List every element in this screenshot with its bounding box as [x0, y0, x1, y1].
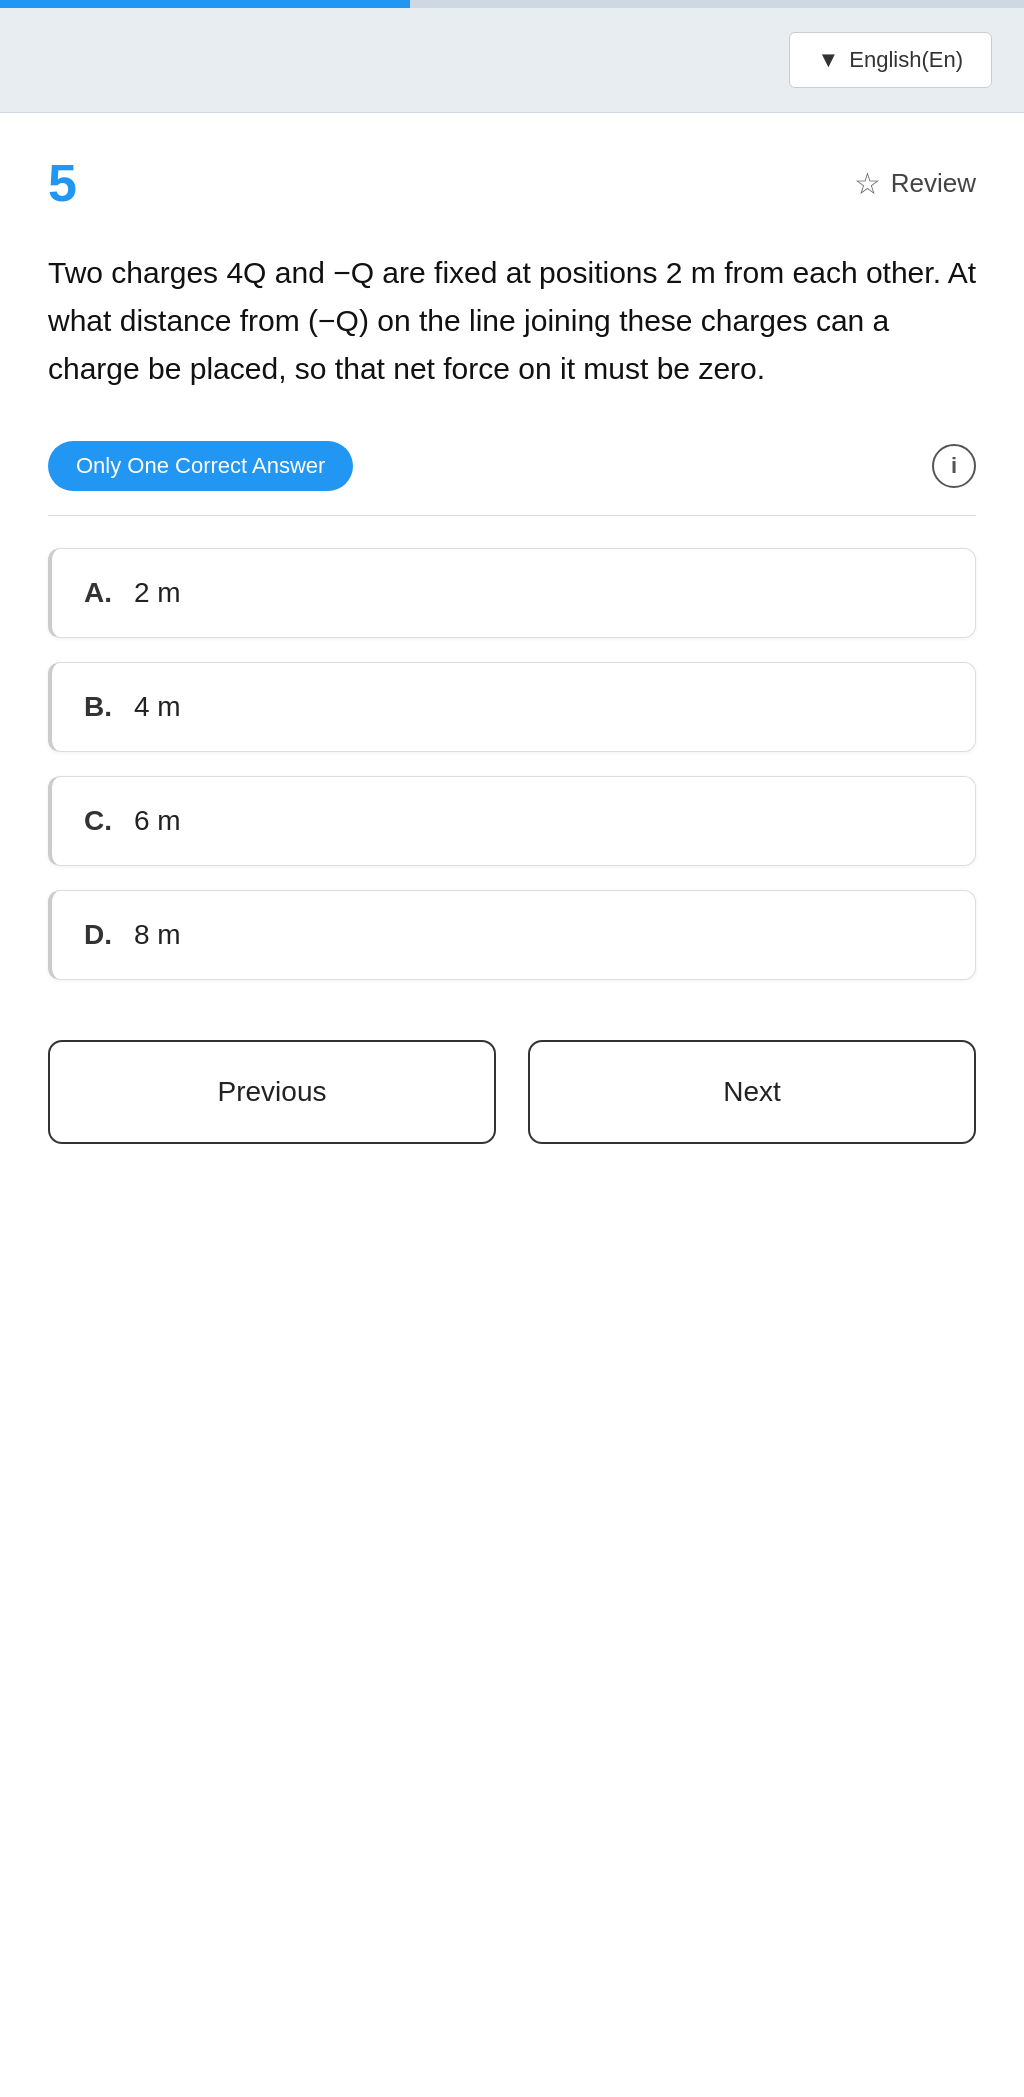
star-icon: ☆	[854, 166, 881, 201]
language-label: English(En)	[849, 47, 963, 73]
question-number: 5	[48, 153, 77, 213]
option-d-value: 8 m	[134, 919, 181, 951]
option-a-value: 2 m	[134, 577, 181, 609]
answer-type-badge: Only One Correct Answer	[48, 441, 353, 491]
option-c[interactable]: C. 6 m	[48, 776, 976, 866]
option-c-value: 6 m	[134, 805, 181, 837]
language-selector[interactable]: ▼ English(En)	[789, 32, 993, 88]
options-list: A. 2 m B. 4 m C. 6 m D. 8 m	[48, 548, 976, 980]
option-a-label: A.	[84, 577, 134, 609]
review-button[interactable]: ☆ Review	[854, 166, 976, 201]
option-b[interactable]: B. 4 m	[48, 662, 976, 752]
divider	[48, 515, 976, 516]
option-d-label: D.	[84, 919, 134, 951]
option-c-label: C.	[84, 805, 134, 837]
question-header: 5 ☆ Review	[48, 153, 976, 213]
nav-buttons: Previous Next	[48, 1040, 976, 1144]
option-b-label: B.	[84, 691, 134, 723]
main-content: 5 ☆ Review Two charges 4Q and −Q are fix…	[0, 113, 1024, 2097]
answer-type-row: Only One Correct Answer i	[48, 441, 976, 491]
chevron-down-icon: ▼	[818, 47, 840, 73]
header: ▼ English(En)	[0, 8, 1024, 113]
review-label: Review	[891, 168, 976, 199]
option-a[interactable]: A. 2 m	[48, 548, 976, 638]
option-d[interactable]: D. 8 m	[48, 890, 976, 980]
next-button[interactable]: Next	[528, 1040, 976, 1144]
info-icon[interactable]: i	[932, 444, 976, 488]
question-text: Two charges 4Q and −Q are fixed at posit…	[48, 249, 976, 393]
option-b-value: 4 m	[134, 691, 181, 723]
progress-bar	[0, 0, 1024, 8]
previous-button[interactable]: Previous	[48, 1040, 496, 1144]
